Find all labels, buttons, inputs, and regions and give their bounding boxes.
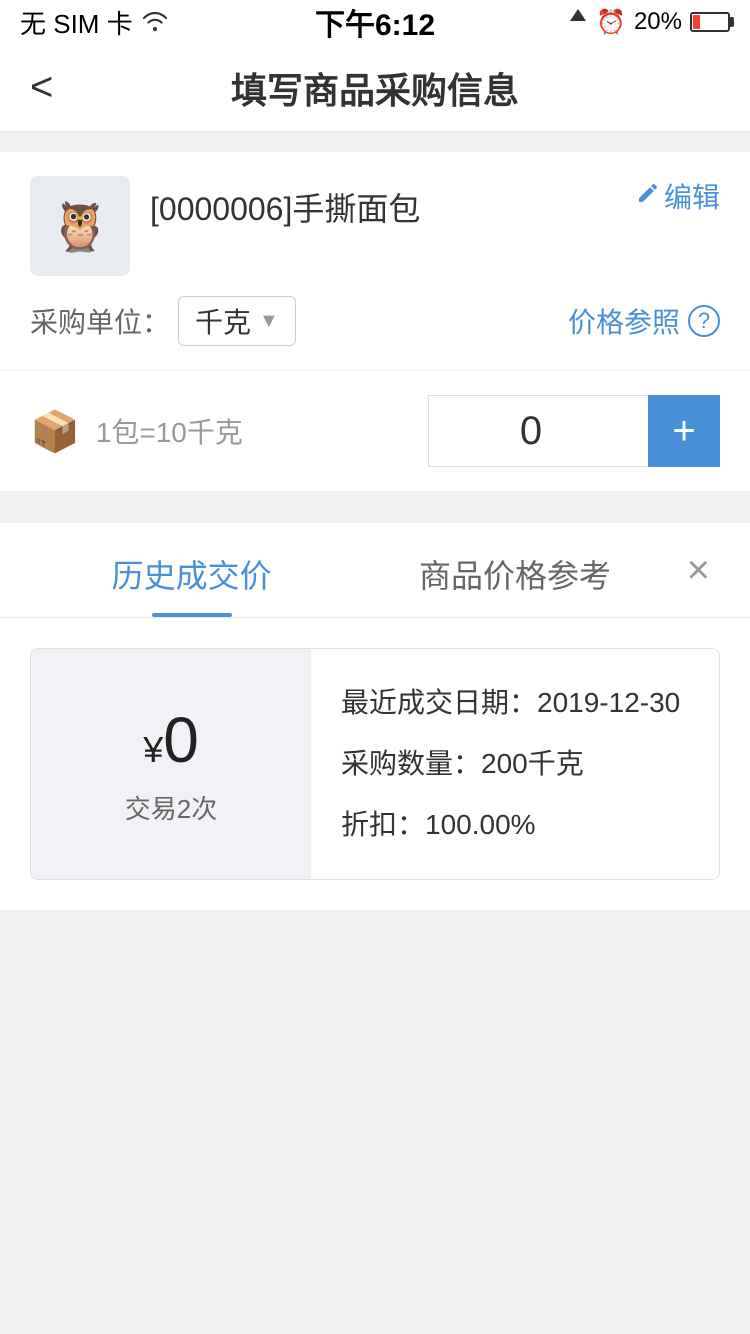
quantity-row: 采购数量：200千克 [341,742,689,787]
quantity-plus-button[interactable]: + [648,395,720,467]
unit-selector[interactable]: 千克 ▼ [178,296,296,346]
product-unit-row: 采购单位： 千克 ▼ 价格参照 ? [30,296,720,346]
edit-label: 编辑 [664,176,720,216]
carrier-label: 无 SIM 卡 [20,4,133,41]
status-time: 下午6:12 [315,0,435,44]
quantity-section: 📦 1包=10千克 0 + [0,370,750,491]
quantity-control: 0 + [428,395,720,467]
tab-history-price[interactable]: 历史成交价 [30,523,353,617]
discount-row: 折扣：100.00% [341,803,689,848]
quantity-label: 📦 1包=10千克 [30,408,243,455]
status-left: 无 SIM 卡 [20,4,169,41]
recent-date-row: 最近成交日期：2019-12-30 [341,681,689,726]
edit-icon [636,180,660,212]
nav-bar: < 填写商品采购信息 [0,44,750,132]
panel-tabs: 历史成交价 商品价格参考 × [0,523,750,618]
dropdown-arrow-icon: ▼ [259,310,279,333]
page-title: 填写商品采购信息 [231,62,519,114]
history-card: ¥0 交易2次 最近成交日期：2019-12-30 采购数量：200千克 折扣：… [30,648,720,880]
location-icon [568,7,588,38]
conversion-text: 1包=10千克 [96,411,243,451]
tab-price-reference[interactable]: 商品价格参考 [353,523,676,617]
help-icon: ? [688,305,720,337]
product-card: 🦉 [0000006]手撕面包 编辑 采购单位： 千克 ▼ 价格参照 ? [0,152,750,370]
unit-label: 采购单位： 千克 ▼ [30,296,296,346]
section-divider [0,491,750,507]
trade-count: 交易2次 [125,789,217,826]
status-bar: 无 SIM 卡 下午6:12 ⏰ 20% [0,0,750,44]
back-button[interactable]: < [30,55,63,120]
product-thumbnail: 🦉 [30,176,130,276]
battery-icon [690,12,730,32]
panel-close-button[interactable]: × [677,538,720,603]
battery-percent: 20% [634,8,682,36]
history-price-side: ¥0 交易2次 [31,649,311,879]
history-content: ¥0 交易2次 最近成交日期：2019-12-30 采购数量：200千克 折扣：… [0,618,750,910]
product-image: 🦉 [50,198,110,255]
package-icon: 📦 [30,408,80,455]
product-name: [0000006]手撕面包 [150,176,420,230]
history-price-value: ¥0 [143,703,199,777]
history-detail-side: 最近成交日期：2019-12-30 采购数量：200千克 折扣：100.00% [311,649,719,879]
status-right: ⏰ 20% [568,7,730,38]
quantity-input[interactable]: 0 [428,395,648,467]
edit-button[interactable]: 编辑 [636,176,720,216]
product-info: 🦉 [0000006]手撕面包 [30,176,420,276]
price-ref-button[interactable]: 价格参照 ? [568,301,720,341]
price-panel: 历史成交价 商品价格参考 × ¥0 交易2次 最近成交日期：2019-12-30… [0,523,750,910]
product-header: 🦉 [0000006]手撕面包 编辑 [30,176,720,276]
wifi-icon [141,7,169,38]
alarm-icon: ⏰ [596,8,626,37]
